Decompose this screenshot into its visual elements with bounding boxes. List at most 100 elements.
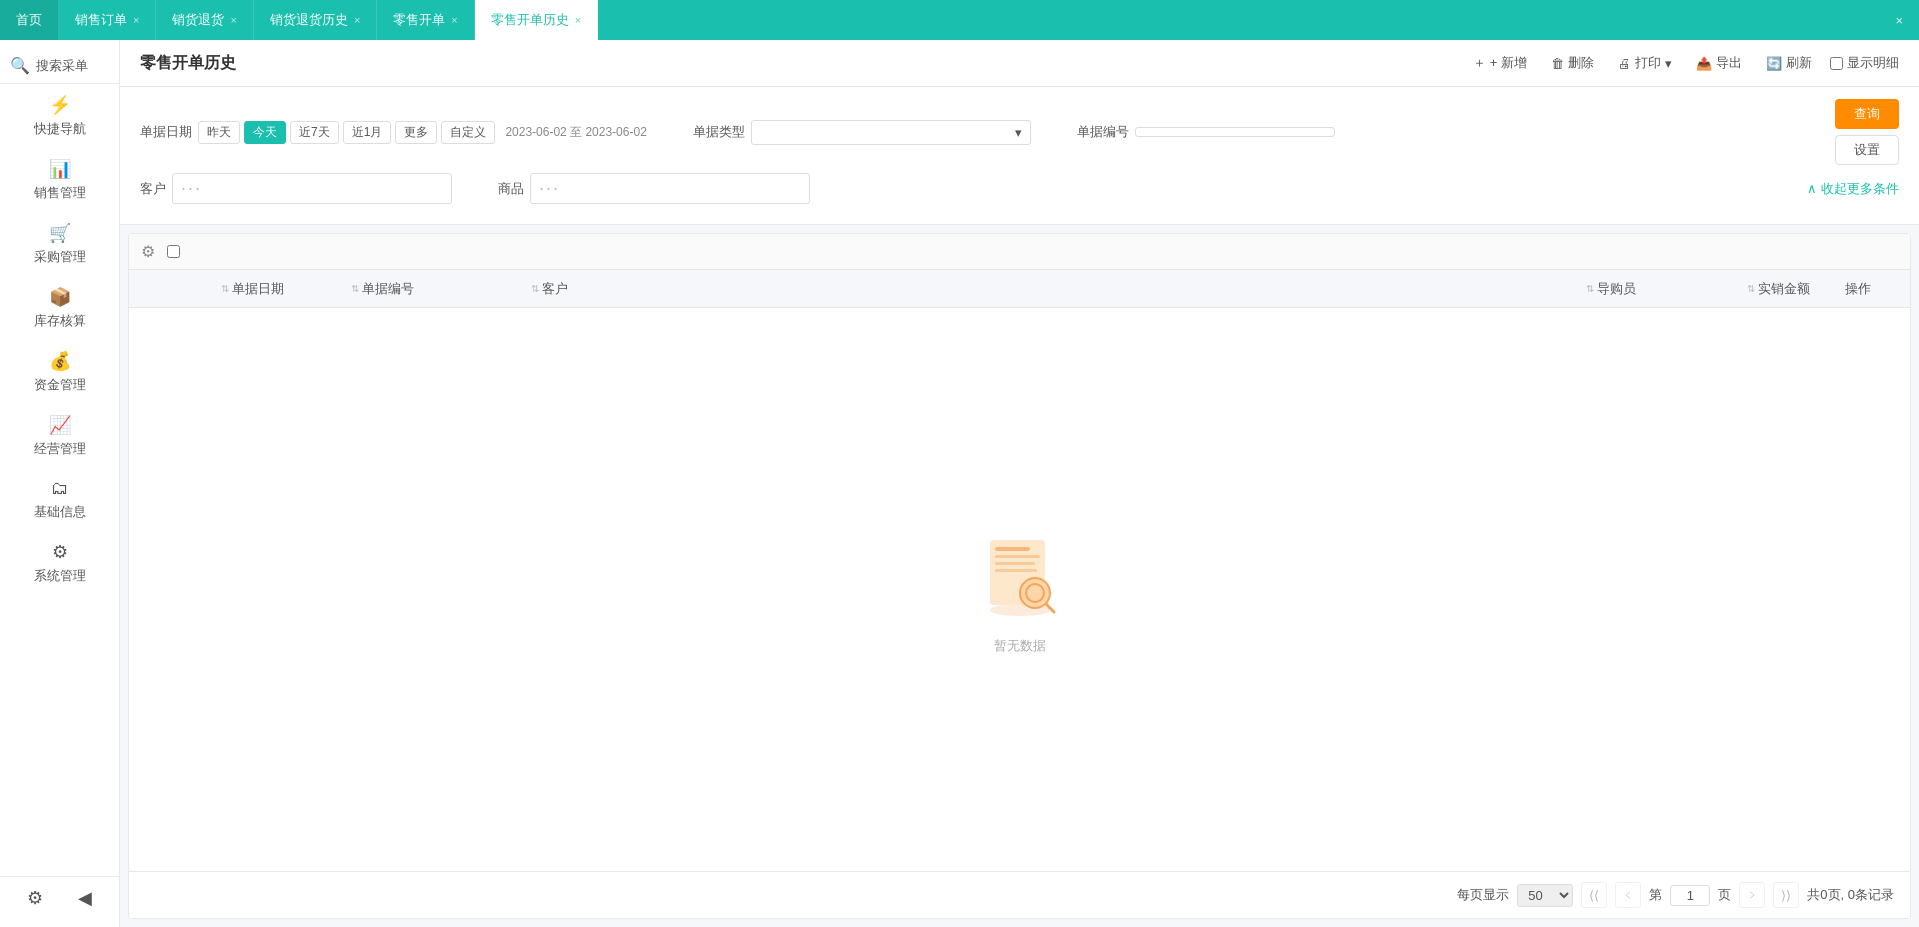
- filter-area: 单据日期 昨天 今天 近7天 近1月 更多 自定义 2023-06-02 至 2…: [120, 87, 1919, 225]
- sidebar-search[interactable]: 🔍 搜索采单: [0, 48, 119, 84]
- delete-button[interactable]: 🗑 删除: [1545, 50, 1600, 76]
- date-buttons: 昨天 今天 近7天 近1月 更多 自定义: [198, 121, 495, 144]
- print-icon: 🖨: [1618, 56, 1631, 71]
- page-header: 零售开单历史 ＋ + 新增 🗑 删除 🖨 打印 ▾ 📤 导出: [120, 40, 1919, 87]
- date-custom[interactable]: 自定义: [441, 121, 495, 144]
- purchase-icon: 🛒: [49, 222, 71, 244]
- sidebar-item-operations[interactable]: 📈 经营管理: [0, 404, 119, 468]
- collapse-button[interactable]: ∧ 收起更多条件: [1807, 180, 1899, 198]
- type-select[interactable]: ▾: [751, 120, 1031, 145]
- sidebar-item-quicknav[interactable]: ⚡ 快捷导航: [0, 84, 119, 148]
- date-more[interactable]: 更多: [395, 121, 437, 144]
- sort-customer-icon[interactable]: ⇅: [531, 283, 539, 294]
- export-icon: 📤: [1696, 56, 1712, 71]
- display-toggle: 显示明细: [1830, 54, 1899, 72]
- delete-label: 删除: [1568, 54, 1594, 72]
- billno-input[interactable]: [1135, 127, 1335, 137]
- export-label: 导出: [1716, 54, 1742, 72]
- tab-retail-history-close[interactable]: ×: [575, 15, 581, 26]
- date-1month[interactable]: 近1月: [343, 121, 392, 144]
- sidebar-item-finance[interactable]: 💰 资金管理: [0, 340, 119, 404]
- tab-home-label: 首页: [16, 11, 42, 29]
- sidebar-item-operations-label: 经营管理: [34, 440, 86, 458]
- sort-billno-icon[interactable]: ⇅: [351, 283, 359, 294]
- sales-icon: 📊: [49, 158, 71, 180]
- tab-sales-order-close[interactable]: ×: [133, 15, 139, 26]
- page-input[interactable]: [1670, 885, 1710, 906]
- quicknav-icon: ⚡: [49, 94, 71, 116]
- date-today[interactable]: 今天: [244, 121, 286, 144]
- table-settings-icon[interactable]: ⚙: [141, 242, 155, 261]
- select-all-checkbox[interactable]: [167, 245, 180, 258]
- tab-retail-history[interactable]: 零售开单历史 ×: [475, 0, 598, 40]
- top-bar-right: ×: [1879, 13, 1919, 28]
- query-buttons: 查询 设置: [1835, 99, 1899, 165]
- query-button[interactable]: 查询: [1835, 99, 1899, 129]
- tab-retail-history-label: 零售开单历史: [491, 11, 569, 29]
- th-date-label: 单据日期: [232, 280, 284, 298]
- refresh-icon: 🔄: [1766, 56, 1782, 71]
- sidebar-item-inventory[interactable]: 📦 库存核算: [0, 276, 119, 340]
- collapse-icon: ∧: [1807, 181, 1817, 196]
- operations-icon: 📈: [49, 414, 71, 436]
- filter-billno: 单据编号: [1077, 123, 1335, 141]
- empty-icon: [970, 525, 1070, 625]
- tab-retail-open-close[interactable]: ×: [451, 15, 457, 26]
- add-icon: ＋: [1473, 54, 1486, 72]
- sort-date-icon[interactable]: ⇅: [221, 283, 229, 294]
- page-last-button[interactable]: ⟩⟩: [1773, 882, 1799, 908]
- page-title: 零售开单历史: [140, 53, 236, 74]
- tab-home[interactable]: 首页: [0, 0, 59, 40]
- sort-amount-icon[interactable]: ⇅: [1747, 283, 1755, 294]
- sidebar-item-system[interactable]: ⚙ 系统管理: [0, 531, 119, 595]
- delete-icon: 🗑: [1551, 56, 1564, 71]
- page-first-button[interactable]: ⟨⟨: [1581, 882, 1607, 908]
- table-area: ⚙ ⇅ 单据日期 ⇅ 单据编号 ⇅ 客户 ⇅: [128, 233, 1911, 919]
- page-label-first: 第: [1649, 886, 1662, 904]
- print-dropdown-icon: ▾: [1665, 56, 1672, 71]
- th-action-label: 操作: [1845, 280, 1871, 298]
- tab-return[interactable]: 销货退货 ×: [156, 0, 253, 40]
- search-icon: 🔍: [10, 56, 30, 75]
- th-customer-label: 客户: [542, 280, 568, 298]
- tab-return-history-close[interactable]: ×: [354, 15, 360, 26]
- add-button[interactable]: ＋ + 新增: [1467, 50, 1533, 76]
- customer-dots: ···: [181, 178, 202, 199]
- tab-return-history[interactable]: 销货退货历史 ×: [254, 0, 377, 40]
- sidebar-item-basic[interactable]: 🗂 基础信息: [0, 468, 119, 531]
- sidebar-item-purchase[interactable]: 🛒 采购管理: [0, 212, 119, 276]
- toolbar: ＋ + 新增 🗑 删除 🖨 打印 ▾ 📤 导出 🔄: [1467, 50, 1899, 76]
- sidebar-item-basic-label: 基础信息: [34, 503, 86, 521]
- page-size-select[interactable]: 50 10 20 100: [1517, 884, 1573, 907]
- content-area: 零售开单历史 ＋ + 新增 🗑 删除 🖨 打印 ▾ 📤 导出: [120, 40, 1919, 927]
- sidebar-item-system-label: 系统管理: [34, 567, 86, 585]
- refresh-label: 刷新: [1786, 54, 1812, 72]
- page-next-button[interactable]: ﹥: [1739, 882, 1765, 908]
- sidebar-item-sales[interactable]: 📊 销售管理: [0, 148, 119, 212]
- sort-guide-icon[interactable]: ⇅: [1586, 283, 1594, 294]
- settings-button[interactable]: 设置: [1835, 135, 1899, 165]
- table-toolbar: ⚙: [129, 234, 1910, 270]
- display-toggle-checkbox[interactable]: [1830, 57, 1843, 70]
- date-7days[interactable]: 近7天: [290, 121, 339, 144]
- date-yesterday[interactable]: 昨天: [198, 121, 240, 144]
- tab-retail-open[interactable]: 零售开单 ×: [377, 0, 474, 40]
- top-bar-close[interactable]: ×: [1895, 13, 1903, 28]
- customer-input[interactable]: ···: [172, 173, 452, 204]
- sidebar-collapse-icon[interactable]: ◀: [78, 887, 92, 909]
- goods-input[interactable]: ···: [530, 173, 810, 204]
- sidebar-settings-icon[interactable]: ⚙: [27, 887, 43, 909]
- add-label: + 新增: [1490, 54, 1527, 72]
- filter-goods: 商品 ···: [498, 173, 810, 204]
- refresh-button[interactable]: 🔄 刷新: [1760, 50, 1818, 76]
- tab-sales-order[interactable]: 销售订单 ×: [59, 0, 156, 40]
- type-dropdown-icon: ▾: [1015, 125, 1022, 140]
- table-header: ⇅ 单据日期 ⇅ 单据编号 ⇅ 客户 ⇅ 导购员 ⇅ 实销金额: [129, 270, 1910, 308]
- tab-return-close[interactable]: ×: [230, 15, 236, 26]
- system-icon: ⚙: [52, 541, 68, 563]
- export-button[interactable]: 📤 导出: [1690, 50, 1748, 76]
- page-prev-button[interactable]: ﹤: [1615, 882, 1641, 908]
- sidebar-search-label: 搜索采单: [36, 57, 88, 75]
- empty-text: 暂无数据: [994, 637, 1046, 655]
- print-button[interactable]: 🖨 打印 ▾: [1612, 50, 1678, 76]
